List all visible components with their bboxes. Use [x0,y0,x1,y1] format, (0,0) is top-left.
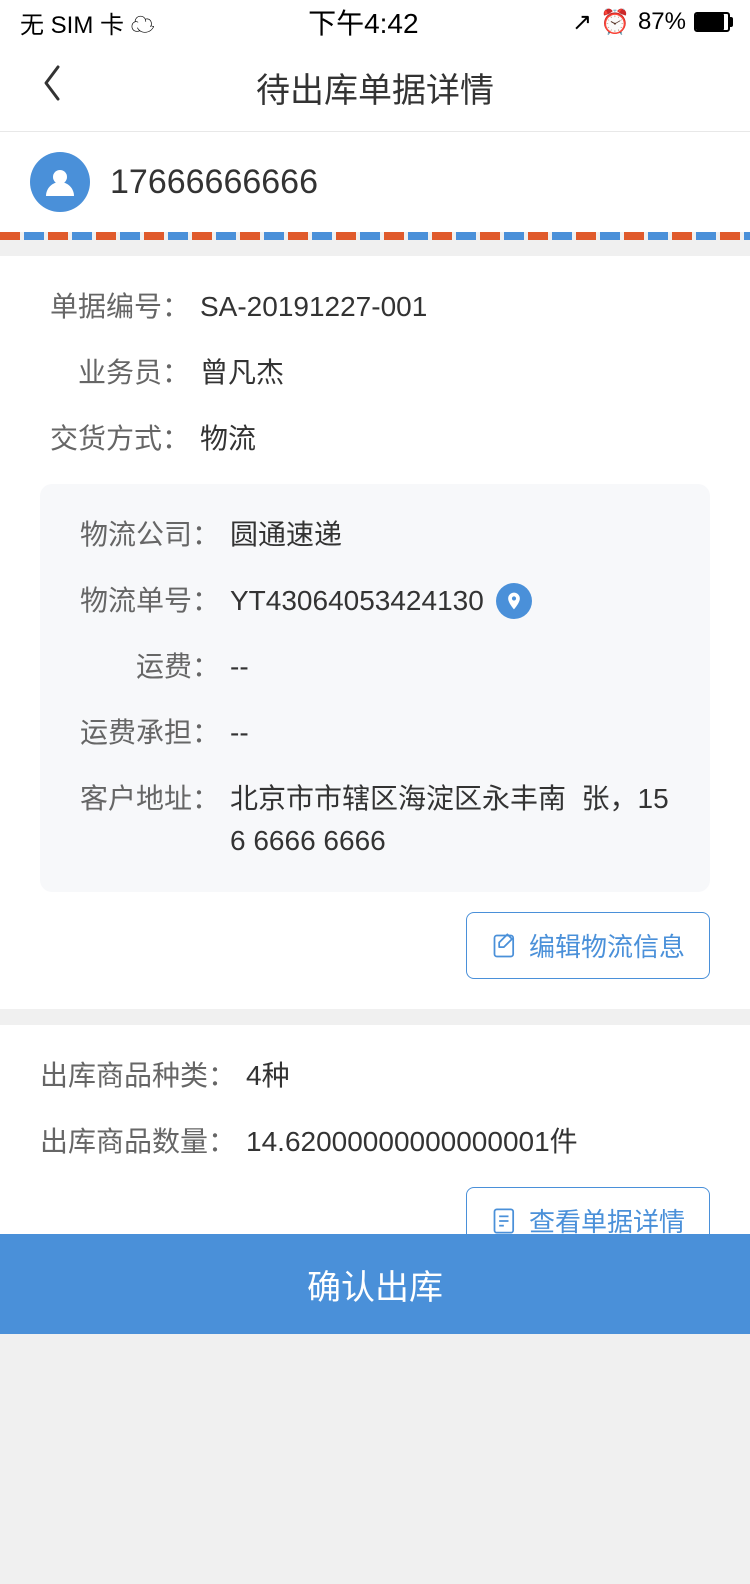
salesman-label: 业务员： [40,352,200,394]
status-bar-time: 下午4:42 [308,2,419,42]
main-content: 17666666666 单据编号： SA-20191227-001 业务员： 曾… [0,132,750,1584]
logistics-company-value: 圆通速递 [230,514,680,556]
battery-icon [694,12,730,32]
location-pin-icon [504,591,524,611]
freight-bearer-row: 运费承担： -- [70,712,680,754]
back-button[interactable] [30,53,74,122]
logistics-tracking-value: YT43064053424130 [230,580,680,622]
freight-bearer-value: -- [230,712,680,754]
goods-type-value: 4种 [246,1055,710,1097]
dashed-separator [0,232,750,240]
confirm-bar[interactable]: 确认出库 [0,1234,750,1334]
status-bar-left: 无 SIM 卡 ☁ [20,5,155,40]
section-divider [0,1009,750,1025]
order-no-value: SA-20191227-001 [200,286,710,328]
salesman-value: 曾凡杰 [200,352,710,394]
goods-quantity-row: 出库商品数量： 14.62000000000000001件 [40,1121,710,1163]
track-location-icon[interactable] [496,583,532,619]
document-icon [491,1207,519,1235]
salesman-row: 业务员： 曾凡杰 [40,352,710,394]
logistics-tracking-row: 物流单号： YT43064053424130 [70,580,680,622]
logistics-box: 物流公司： 圆通速递 物流单号： YT43064053424130 运费： -- [40,484,710,892]
address-value: 北京市市辖区海淀区永丰南 张，156 6666 6666 [230,778,680,862]
battery-text: 87% [638,8,686,36]
page-title: 待出库单据详情 [256,63,494,112]
address-label: 客户地址： [70,778,230,820]
address-row: 客户地址： 北京市市辖区海淀区永丰南 张，156 6666 6666 [70,778,680,862]
order-no-label: 单据编号： [40,286,200,328]
edit-logistics-container: 编辑物流信息 [40,912,710,979]
alarm-icon: ⏰ [600,8,630,37]
logistics-company-row: 物流公司： 圆通速递 [70,514,680,556]
customer-header: 17666666666 [0,132,750,232]
person-icon [42,164,78,200]
edit-logistics-label: 编辑物流信息 [529,927,685,964]
location-icon: ↗ [572,8,592,37]
status-bar: 无 SIM 卡 ☁ 下午4:42 ↗ ⏰ 87% [0,0,750,44]
goods-type-row: 出库商品种类： 4种 [40,1055,710,1097]
delivery-value: 物流 [200,418,710,460]
edit-icon [491,932,519,960]
freight-bearer-label: 运费承担： [70,712,230,754]
customer-avatar [30,152,90,212]
sim-text: 无 SIM 卡 ☁ [20,5,155,40]
goods-quantity-label: 出库商品数量： [40,1121,246,1163]
status-bar-right: ↗ ⏰ 87% [572,8,730,37]
edit-logistics-button[interactable]: 编辑物流信息 [466,912,710,979]
freight-row: 运费： -- [70,646,680,688]
goods-type-label: 出库商品种类： [40,1055,246,1097]
freight-label: 运费： [70,646,230,688]
logistics-tracking-label: 物流单号： [70,580,230,622]
nav-bar: 待出库单据详情 [0,44,750,132]
order-info-section: 单据编号： SA-20191227-001 业务员： 曾凡杰 交货方式： 物流 … [0,256,750,1009]
delivery-row: 交货方式： 物流 [40,418,710,460]
customer-phone: 17666666666 [110,163,318,202]
confirm-button-label: 确认出库 [307,1260,443,1309]
freight-value: -- [230,646,680,688]
logistics-company-label: 物流公司： [70,514,230,556]
goods-quantity-value: 14.62000000000000001件 [246,1121,710,1163]
delivery-label: 交货方式： [40,418,200,460]
order-no-row: 单据编号： SA-20191227-001 [40,286,710,328]
